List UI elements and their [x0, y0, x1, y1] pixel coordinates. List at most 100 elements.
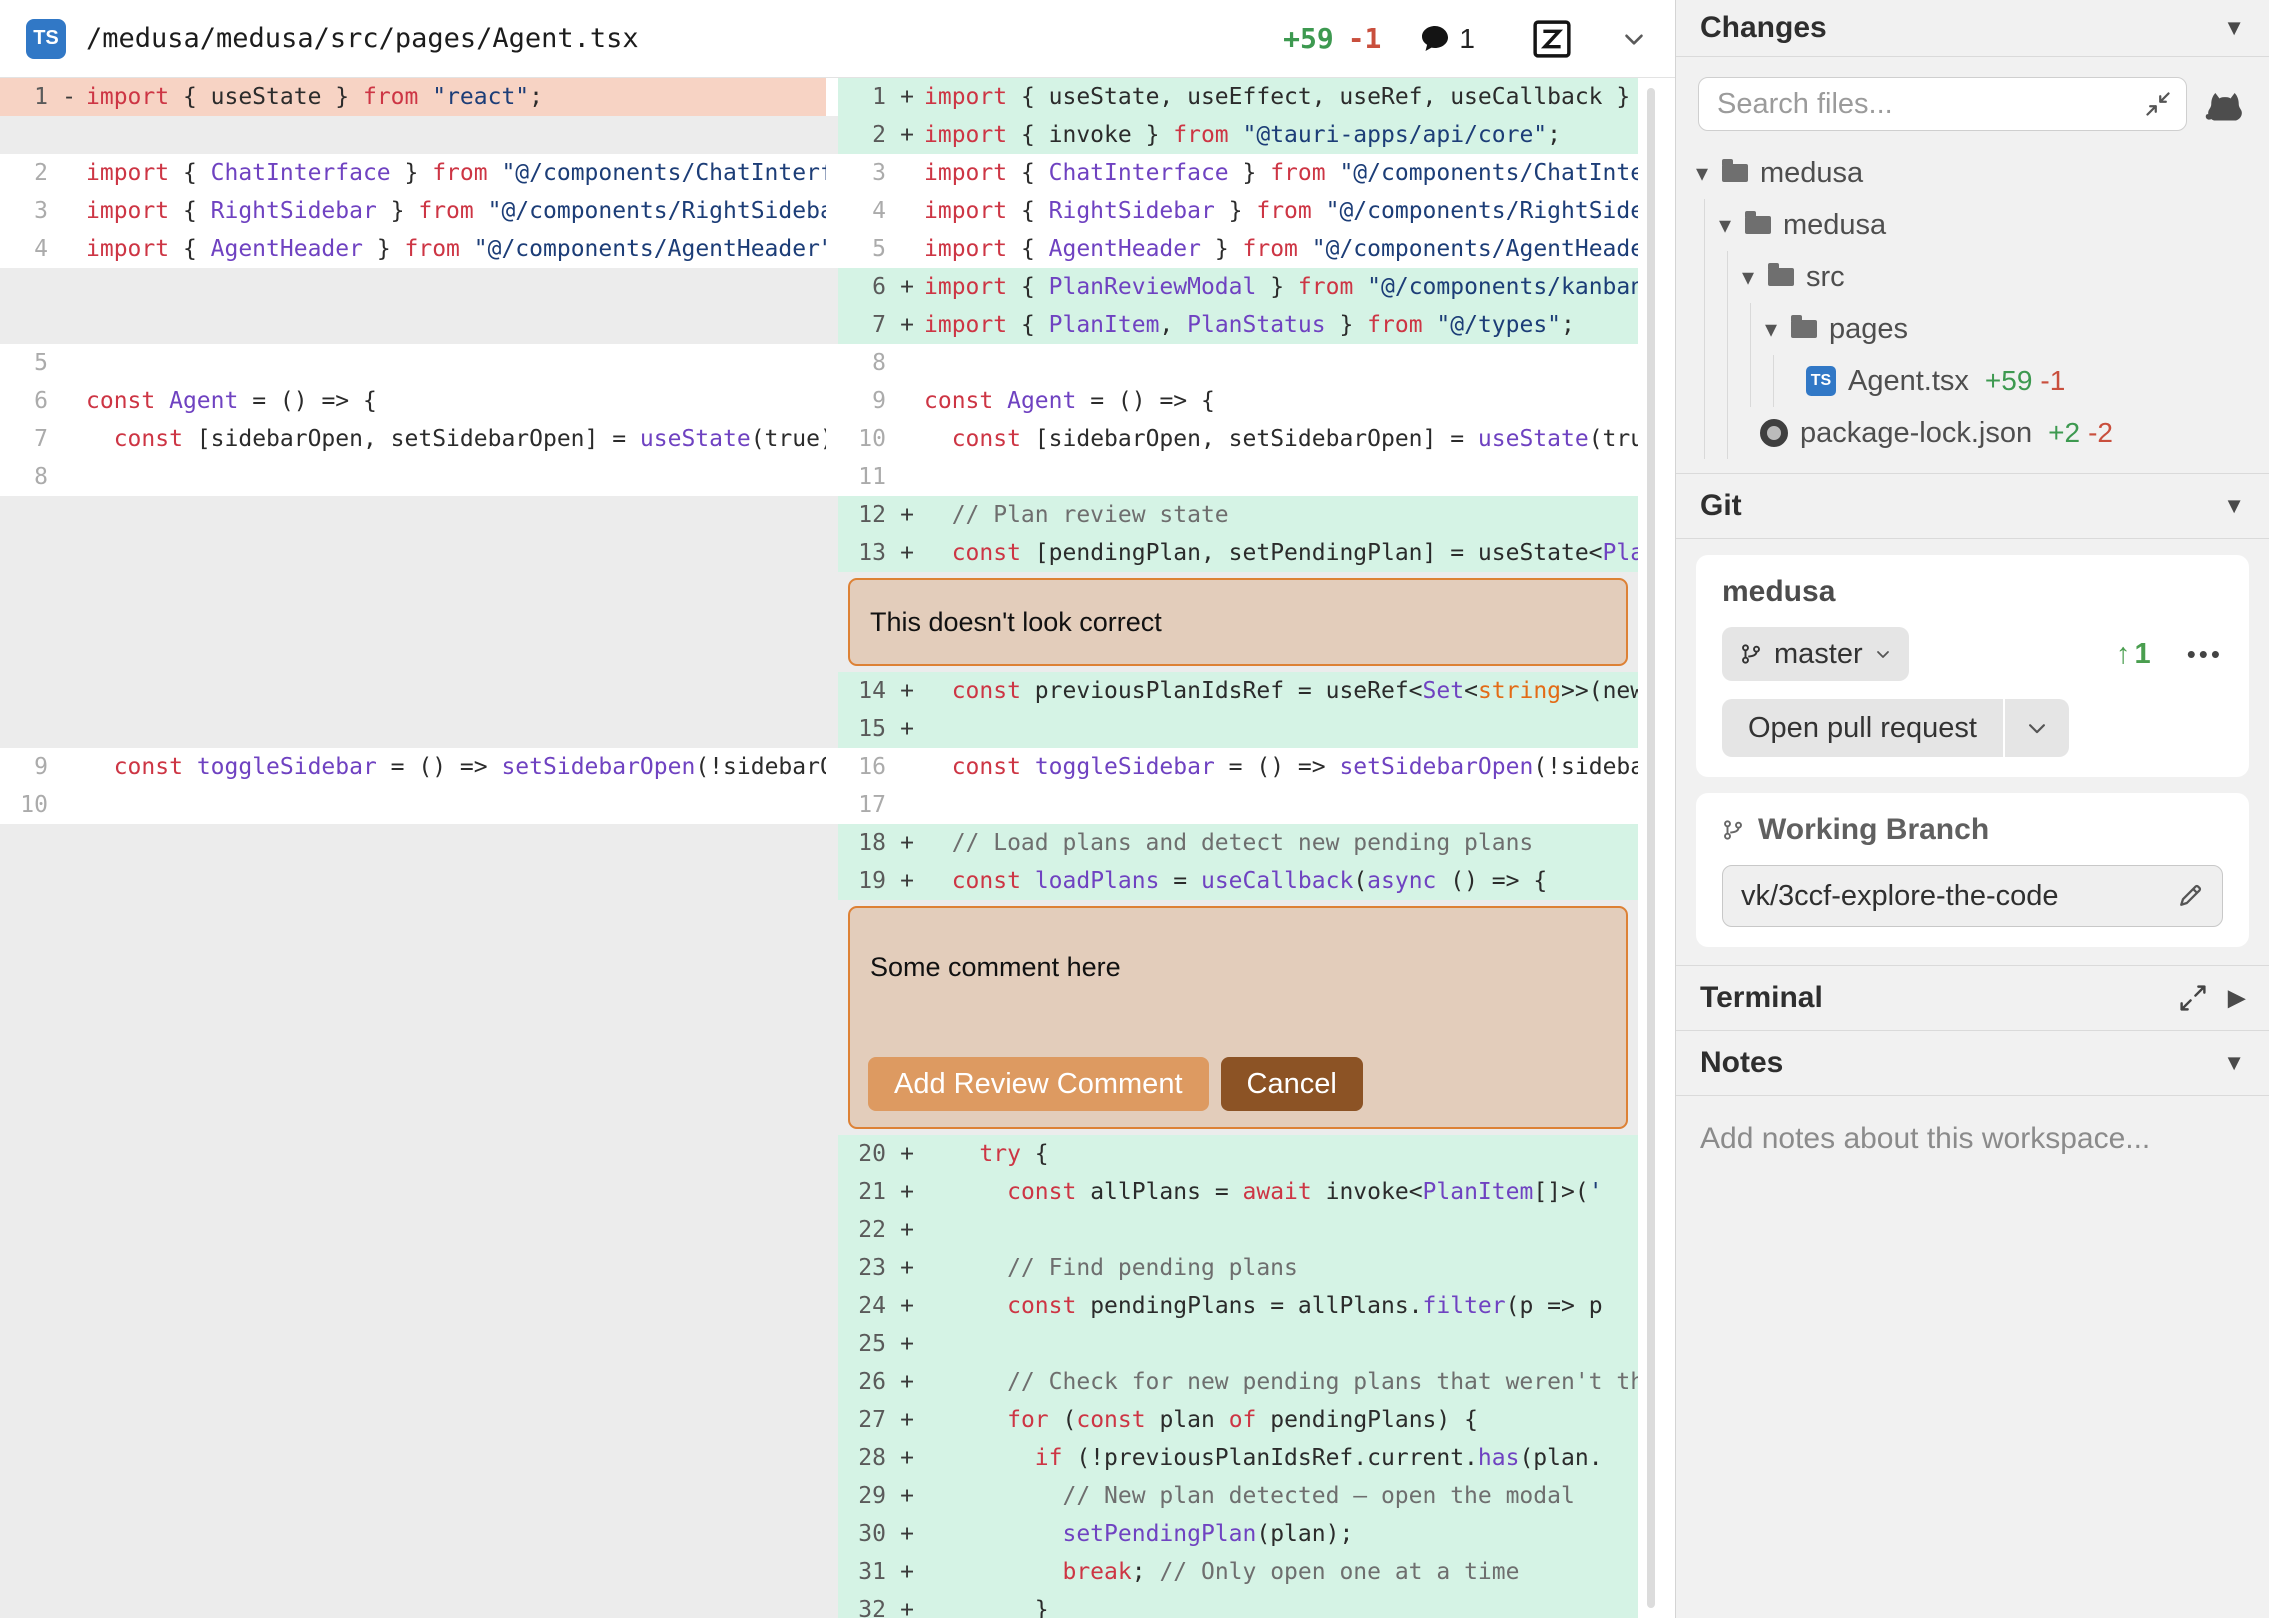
- line-number: 31: [838, 1559, 890, 1585]
- git-more-menu[interactable]: •••: [2187, 639, 2223, 670]
- search-box[interactable]: [1698, 77, 2187, 131]
- push-ahead-indicator[interactable]: ↑ 1: [2116, 638, 2151, 671]
- diff-scrollbar[interactable]: [1638, 78, 1675, 1618]
- cancel-button[interactable]: Cancel: [1221, 1057, 1363, 1111]
- review-comment-box[interactable]: Some comment hereAdd Review CommentCance…: [848, 906, 1628, 1129]
- git-collapse-triangle-icon[interactable]: ▼: [2223, 493, 2245, 519]
- comments-indicator[interactable]: 1: [1419, 23, 1475, 55]
- arrow-up-icon: ↑: [2116, 638, 2131, 671]
- notes-placeholder[interactable]: Add notes about this workspace...: [1676, 1096, 2269, 1182]
- tree-file-Agent.tsx[interactable]: TSAgent.tsx+59-1: [1676, 355, 2269, 407]
- collapse-file-chevron-icon[interactable]: [1619, 24, 1649, 54]
- deletions-count: -1: [1348, 22, 1382, 55]
- collapse-tree-icon[interactable]: [2146, 92, 2170, 116]
- diff-marker: +: [890, 1255, 924, 1281]
- file-deletions: -1: [2040, 365, 2065, 397]
- tree-item-label: src: [1806, 261, 1845, 294]
- comment-text: This doesn't look correct: [870, 607, 1162, 638]
- code-text: import { useState } from "react";: [86, 84, 826, 110]
- diff-filler: [0, 496, 826, 534]
- tree-caret-icon[interactable]: ▾: [1765, 315, 1791, 344]
- line-number: 4: [838, 198, 890, 224]
- diff-marker: +: [890, 274, 924, 300]
- add-review-comment-button[interactable]: Add Review Comment: [868, 1057, 1209, 1111]
- expand-icon[interactable]: [2180, 985, 2206, 1011]
- diff-line: 1+import { useState, useEffect, useRef, …: [838, 78, 1638, 116]
- pull-request-dropdown-button[interactable]: [2005, 699, 2069, 757]
- pane-divider: [826, 78, 838, 116]
- pane-divider: [826, 382, 838, 420]
- comment-widget-row: Some comment hereAdd Review CommentCance…: [0, 900, 1638, 1135]
- diff-filler: [0, 1135, 826, 1173]
- edit-pencil-icon[interactable]: [2176, 882, 2204, 910]
- github-cat-icon[interactable]: [2203, 82, 2247, 126]
- pane-divider: [826, 1401, 838, 1439]
- git-section-header[interactable]: Git ▼: [1676, 473, 2269, 539]
- line-number: 1: [838, 84, 890, 110]
- pane-divider: [826, 230, 838, 268]
- tree-folder-pages[interactable]: ▾ pages: [1676, 303, 2269, 355]
- indent-guide: [1704, 251, 1705, 303]
- line-number: 25: [838, 1331, 890, 1357]
- open-pull-request-button[interactable]: Open pull request: [1722, 699, 2003, 757]
- changes-collapse-triangle-icon[interactable]: ▼: [2223, 15, 2245, 41]
- diff-line: 2+import { invoke } from "@tauri-apps/ap…: [838, 116, 1638, 154]
- line-number: 22: [838, 1217, 890, 1243]
- diff-row: 22+: [0, 1211, 1638, 1249]
- diff-marker: +: [890, 1293, 924, 1319]
- notes-collapse-triangle-icon[interactable]: ▼: [2223, 1050, 2245, 1076]
- diff-filler: [0, 1287, 826, 1325]
- code-text: try {: [924, 1141, 1638, 1167]
- tree-item-label: pages: [1829, 313, 1908, 346]
- diff-line: 2import { ChatInterface } from "@/compon…: [0, 154, 826, 192]
- code-text: const [sidebarOpen, setSidebarOpen] = us…: [924, 426, 1638, 452]
- code-text: const [sidebarOpen, setSidebarOpen] = us…: [86, 426, 826, 452]
- terminal-expand-triangle-icon[interactable]: ▶: [2228, 985, 2245, 1011]
- line-number: 30: [838, 1521, 890, 1547]
- search-files-input[interactable]: [1715, 87, 2146, 122]
- diff-filler: [0, 572, 826, 672]
- pane-divider: [826, 154, 838, 192]
- pane-divider: [826, 1553, 838, 1591]
- diff-marker: +: [890, 1597, 924, 1618]
- tree-caret-icon[interactable]: ▾: [1719, 211, 1745, 240]
- line-number: 14: [838, 678, 890, 704]
- pane-divider: [826, 1287, 838, 1325]
- tree-folder-medusa[interactable]: ▾medusa: [1676, 147, 2269, 199]
- diff-tool-logo-icon[interactable]: [1529, 16, 1575, 62]
- package-json-icon: [1760, 419, 1788, 447]
- review-comment-box[interactable]: This doesn't look correct: [848, 578, 1628, 666]
- code-text: const toggleSidebar = () => setSidebarOp…: [924, 754, 1638, 780]
- tree-folder-medusa[interactable]: ▾medusa: [1676, 199, 2269, 251]
- code-text: setPendingPlan(plan);: [924, 1521, 1638, 1547]
- diff-line: 4import { AgentHeader } from "@/componen…: [0, 230, 826, 268]
- diff-marker: +: [890, 1141, 924, 1167]
- diff-line: 7 const [sidebarOpen, setSidebarOpen] = …: [0, 420, 826, 458]
- working-branch-field[interactable]: vk/3ccf-explore-the-code: [1722, 865, 2223, 927]
- tree-folder-src[interactable]: ▾ src: [1676, 251, 2269, 303]
- tree-file-package-lock.json[interactable]: package-lock.json+2-2: [1676, 407, 2269, 459]
- tree-caret-icon[interactable]: ▾: [1696, 159, 1722, 188]
- folder-icon: [1791, 320, 1817, 338]
- scrollbar-thumb[interactable]: [1647, 88, 1655, 1608]
- diff-filler: [0, 824, 826, 862]
- diff-line: 27+ for (const plan of pendingPlans) {: [838, 1401, 1638, 1439]
- diff-line: 1-import { useState } from "react";: [0, 78, 826, 116]
- diff-row: 7 const [sidebarOpen, setSidebarOpen] = …: [0, 420, 1638, 458]
- file-additions: +59: [1985, 365, 2033, 397]
- diff-line: 5import { AgentHeader } from "@/componen…: [838, 230, 1638, 268]
- code-text: for (const plan of pendingPlans) {: [924, 1407, 1638, 1433]
- branch-name: master: [1774, 638, 1863, 671]
- line-number: 7: [838, 312, 890, 338]
- branch-selector[interactable]: master: [1722, 627, 1909, 681]
- pane-divider: [826, 710, 838, 748]
- tree-caret-icon[interactable]: ▾: [1742, 263, 1768, 292]
- indent-guide: [1704, 303, 1705, 355]
- diff-line: 11: [838, 458, 1638, 496]
- changes-section-header[interactable]: Changes ▼: [1676, 0, 2269, 57]
- pane-divider: [826, 192, 838, 230]
- notes-section-header[interactable]: Notes ▼: [1676, 1031, 2269, 1096]
- terminal-section-header[interactable]: Terminal ▶: [1676, 965, 2269, 1031]
- diff-filler: [0, 116, 826, 154]
- file-path: /medusa/medusa/src/pages/Agent.tsx: [86, 23, 639, 54]
